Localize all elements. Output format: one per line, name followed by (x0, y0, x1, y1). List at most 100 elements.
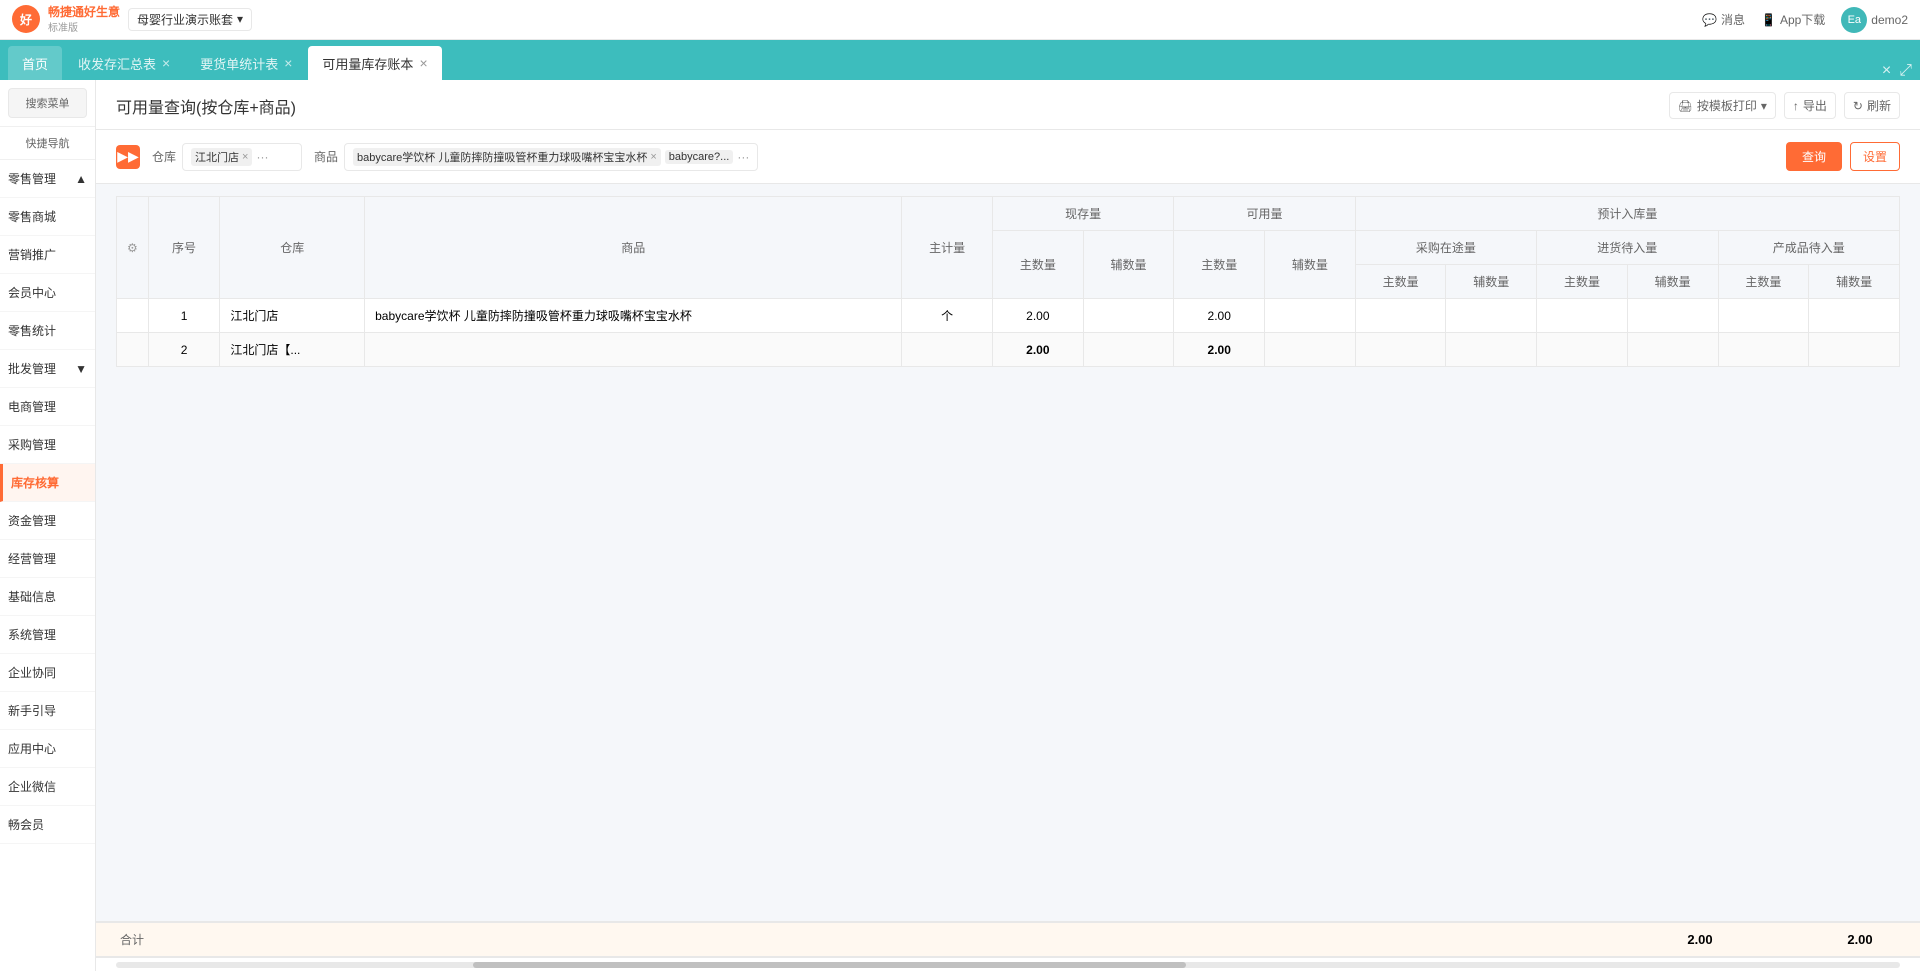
tab-available-stock[interactable]: 可用量库存账本 × (308, 46, 441, 80)
print-btn[interactable]: 🖨 按模板打印 ▾ (1669, 92, 1776, 119)
phone-icon: 📱 (1761, 13, 1776, 27)
member-label: 畅会员 (8, 816, 44, 833)
cell-row-num-2: 2 (148, 333, 220, 367)
tab-close-receipt[interactable]: × (162, 55, 170, 71)
marketing-label: 营销推广 (8, 246, 56, 263)
th-avail-main: 主数量 (1174, 231, 1265, 299)
tab-close-order[interactable]: × (284, 55, 292, 71)
warehouse-label: 仓库 (152, 148, 176, 165)
warehouse-tag: 江北门店 × (191, 148, 252, 166)
sidebar-item-enterprise-collab[interactable]: 企业协同 (0, 654, 95, 692)
footer-label: 合计 (116, 931, 144, 948)
cell-produce-in-aux-1 (1809, 299, 1900, 333)
sidebar-item-wholesale-mgmt[interactable]: 批发管理 ▼ (0, 350, 95, 388)
printer-icon: 🖨 (1678, 99, 1693, 113)
nav-right-buttons: × ⤢ (1882, 62, 1920, 80)
enterprise-collab-label: 企业协同 (8, 664, 56, 681)
cell-settings (117, 299, 149, 333)
sidebar-item-base-info[interactable]: 基础信息 (0, 578, 95, 616)
search-menu-btn[interactable]: 搜索菜单 (8, 88, 87, 118)
quick-nav-btn[interactable]: 快捷导航 (0, 127, 95, 160)
th-produce-in-group: 产成品待入量 (1718, 231, 1900, 265)
page-title-row: 可用量查询(按仓库+商品) 🖨 按模板打印 ▾ ↑ 导出 ↻ 刷新 (116, 92, 1900, 119)
footer-avail-main: 2.00 (1820, 932, 1900, 947)
filter-expand-btn[interactable]: ▶▶ (116, 145, 140, 169)
sidebar-item-ecommerce-mgmt[interactable]: 电商管理 (0, 388, 95, 426)
top-bar-left: 好 畅捷通好生意 标准版 母婴行业演示账套 ▾ (12, 5, 252, 34)
sidebar-item-new-guide[interactable]: 新手引导 (0, 692, 95, 730)
brand-sub: 标准版 (48, 19, 120, 34)
finance-mgmt-label: 资金管理 (8, 512, 56, 529)
horizontal-scrollbar[interactable] (96, 957, 1920, 971)
product-value1: babycare学饮杯 儿童防摔防撞吸管杯重力球吸嘴杯宝宝水杯 (357, 149, 647, 165)
cell-goods-in-main-2 (1537, 333, 1628, 367)
product-more[interactable]: ··· (737, 150, 749, 164)
home-tab-label: 首页 (22, 54, 48, 73)
warehouse-value: 江北门店 (195, 149, 239, 165)
tab-home[interactable]: 首页 (8, 46, 62, 80)
cell-purchase-in-aux-1 (1446, 299, 1537, 333)
user-menu[interactable]: Ea demo2 (1841, 7, 1908, 33)
th-current-main: 主数量 (993, 231, 1084, 299)
cell-purchase-in-main-1 (1355, 299, 1446, 333)
industry-select[interactable]: 母婴行业演示账套 ▾ (128, 8, 252, 31)
top-bar-right: 💬 消息 📱 App下载 Ea demo2 (1702, 7, 1908, 33)
message-btn[interactable]: 💬 消息 (1702, 11, 1745, 28)
sidebar-item-marketing[interactable]: 营销推广 (0, 236, 95, 274)
th-warehouse: 仓库 (220, 197, 365, 299)
member-center-label: 会员中心 (8, 284, 56, 301)
tab-order-stats[interactable]: 要货单统计表 × (186, 46, 306, 80)
cell-produce-in-main-1 (1718, 299, 1809, 333)
sidebar-item-app-center[interactable]: 应用中心 (0, 730, 95, 768)
sidebar-item-member[interactable]: 畅会员 (0, 806, 95, 844)
cell-avail-main-1: 2.00 (1174, 299, 1265, 333)
logo-icon: 好 (12, 5, 40, 33)
sidebar-item-enterprise-wechat[interactable]: 企业微信 (0, 768, 95, 806)
product-input[interactable]: babycare学饮杯 儿童防摔防撞吸管杯重力球吸嘴杯宝宝水杯 × babyca… (344, 143, 758, 171)
cell-settings-2 (117, 333, 149, 367)
cell-goods-in-aux-1 (1627, 299, 1718, 333)
product-value2: babycare?... (669, 151, 730, 163)
tab-close-available[interactable]: × (419, 55, 427, 71)
product-filter: 商品 babycare学饮杯 儿童防摔防撞吸管杯重力球吸嘴杯宝宝水杯 × bab… (314, 143, 758, 171)
cell-goods-in-aux-2 (1627, 333, 1718, 367)
warehouse-tag-remove[interactable]: × (242, 151, 248, 163)
sidebar-item-retail-mall[interactable]: 零售商城 (0, 198, 95, 236)
product-label: 商品 (314, 148, 338, 165)
th-settings[interactable]: ⚙ (117, 197, 149, 299)
scrollbar-thumb[interactable] (473, 962, 1187, 968)
settings-icon[interactable]: ⚙ (127, 241, 138, 255)
avatar: Ea (1841, 7, 1867, 33)
cell-current-aux-2 (1083, 333, 1174, 367)
product-tag1-remove[interactable]: × (650, 151, 656, 163)
main-layout: 搜索菜单 快捷导航 零售管理 ▲ 零售商城 营销推广 会员中心 零售统计 批发管… (0, 80, 1920, 971)
sidebar-item-system-mgmt[interactable]: 系统管理 (0, 616, 95, 654)
sidebar-item-member-center[interactable]: 会员中心 (0, 274, 95, 312)
th-current-aux: 辅数量 (1083, 231, 1174, 299)
export-btn[interactable]: ↑ 导出 (1784, 92, 1836, 119)
base-info-label: 基础信息 (8, 588, 56, 605)
sidebar-item-retail-stats[interactable]: 零售统计 (0, 312, 95, 350)
th-purchase-in-group: 采购在途量 (1355, 231, 1536, 265)
system-mgmt-label: 系统管理 (8, 626, 56, 643)
expand-btn[interactable]: ⤢ (1899, 62, 1912, 80)
nav-tabs: 首页 收发存汇总表 × 要货单统计表 × 可用量库存账本 × × ⤢ (0, 40, 1920, 80)
refresh-label: 刷新 (1867, 97, 1891, 114)
sidebar-item-purchase-mgmt[interactable]: 采购管理 (0, 426, 95, 464)
footer-current-main: 2.00 (1660, 932, 1740, 947)
query-btn[interactable]: 查询 (1786, 142, 1842, 171)
warehouse-more[interactable]: ··· (256, 150, 268, 164)
settings-btn[interactable]: 设置 (1850, 142, 1900, 171)
data-table: ⚙ 序号 仓库 商品 主计量 现存量 可用量 预计入库量 主数量 (116, 196, 1900, 367)
sidebar-item-operation-mgmt[interactable]: 经营管理 (0, 540, 95, 578)
sidebar-item-finance-mgmt[interactable]: 资金管理 (0, 502, 95, 540)
tab-receipt-summary[interactable]: 收发存汇总表 × (64, 46, 184, 80)
sidebar-item-retail-mgmt[interactable]: 零售管理 ▲ (0, 160, 95, 198)
warehouse-input[interactable]: 江北门店 × ··· (182, 143, 302, 171)
refresh-btn[interactable]: ↻ 刷新 (1844, 92, 1900, 119)
close-all-btn[interactable]: × (1882, 62, 1891, 80)
app-download-btn[interactable]: 📱 App下载 (1761, 11, 1825, 28)
table-footer: 合计 2.00 2.00 (96, 921, 1920, 957)
warehouse-filter: 仓库 江北门店 × ··· (152, 143, 302, 171)
sidebar-item-inventory-check[interactable]: 库存核算 (0, 464, 95, 502)
